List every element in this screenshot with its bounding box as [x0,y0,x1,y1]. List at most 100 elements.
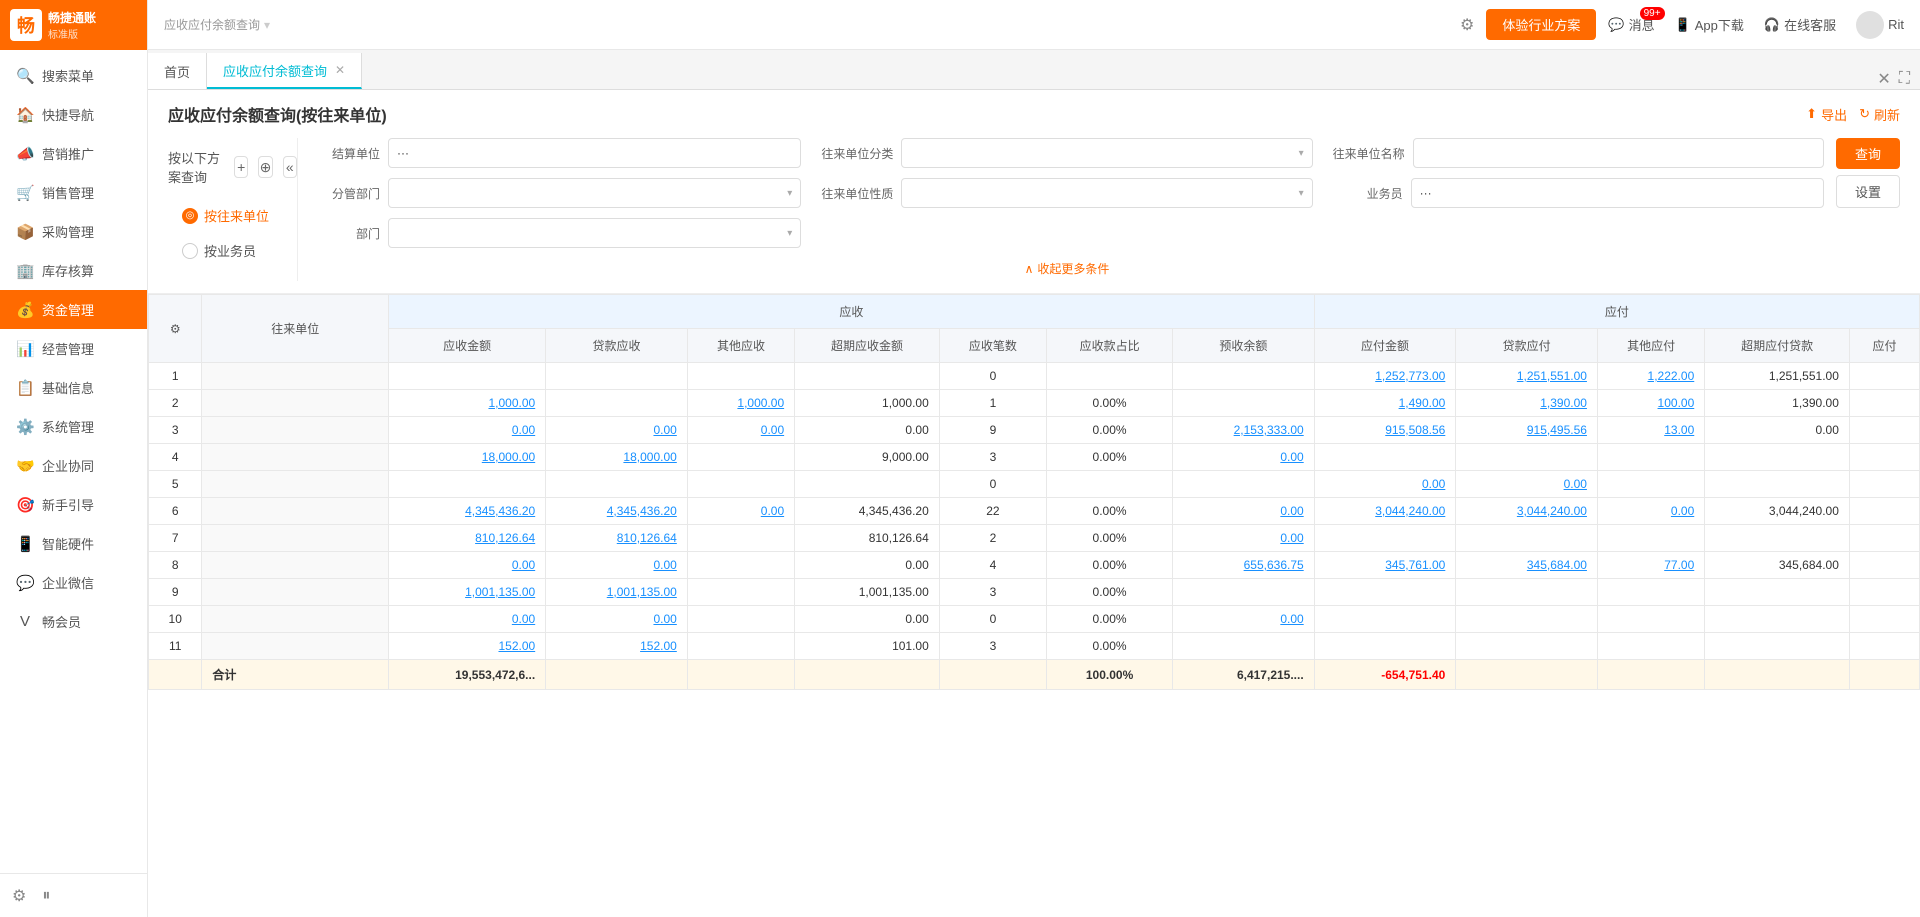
sidebar-item-inventory[interactable]: 🏢 库存核算 [0,251,147,290]
settings-button[interactable]: 设置 [1836,175,1900,208]
partner-nature-input[interactable]: ▾ [901,178,1312,208]
add-filter-button[interactable]: + [234,156,248,178]
settlement-label: 结算单位 [310,145,380,162]
tab-expand-icon[interactable]: ⛶ [1899,70,1910,88]
total-label-cell [149,660,202,690]
balance-tab[interactable]: 应收应付余额查询 ✕ [207,53,362,89]
inventory-icon: 🏢 [16,262,34,280]
logo-text: 畅捷通账 标准版 [48,9,96,41]
refresh-button[interactable]: ↻ 刷新 [1859,105,1900,124]
filter-config-button[interactable]: ⊕ [258,156,272,178]
cell: 13.00 [1597,417,1704,444]
sidebar-item-member[interactable]: V畅会员 [0,602,147,641]
settlement-input[interactable]: ··· [388,138,801,168]
cell: 0.00 [1173,525,1315,552]
breadcrumb-text: 应收应付余额查询 [164,16,260,33]
sidebar-label-finance: 资金管理 [42,300,94,319]
salesperson-input[interactable]: ··· [1411,178,1824,208]
sidebar-item-wechat[interactable]: 💬企业微信 [0,563,147,602]
dropdown-arrow-icon: ▾ [1299,148,1304,159]
row-num: 6 [149,498,202,525]
sidebar-item-enterprise[interactable]: 🤝企业协同 [0,446,147,485]
app-icon: 📱 [1675,17,1691,33]
recv-amount-header: 应收金额 [389,329,546,363]
total-recv-ratio: 100.00% [1047,660,1173,690]
cell: 152.00 [546,633,688,660]
sidebar-item-guide[interactable]: 🎯新手引导 [0,485,147,524]
topbar-right: 💬 消息 99+ 📱 App下载 🎧 在线客服 Rit [1608,11,1904,39]
service-item[interactable]: 🎧 在线客服 [1764,15,1836,34]
department-input[interactable]: ▾ [388,218,801,248]
cell: 0.00 [795,552,940,579]
sidebar-item-search-menu[interactable]: 🔍搜索菜单 [0,56,147,95]
promo-button[interactable]: 体验行业方案 [1486,9,1596,40]
filter-collapse-button[interactable]: « [283,156,297,178]
cell [687,444,794,471]
sidebar-item-purchase[interactable]: 📦采购管理 [0,212,147,251]
sidebar-label-inventory: 库存核算 [42,261,94,280]
cell: 101.00 [795,633,940,660]
collapse-icon: ∧ [1025,262,1034,276]
recv-loan-header: 贷款应收 [546,329,688,363]
message-item[interactable]: 💬 消息 99+ [1608,15,1654,34]
export-button[interactable]: ⬆ 导出 [1806,105,1847,124]
app-download-item[interactable]: 📱 App下载 [1675,15,1744,34]
cell: 0 [939,606,1046,633]
tabbar: 首页 应收应付余额查询 ✕ ✕ ⛶ [148,50,1920,90]
nav-by-salesperson[interactable]: 按业务员 [168,233,297,268]
user-item[interactable]: Rit [1856,11,1904,39]
partner-category-input[interactable]: ▾ [901,138,1312,168]
cell: 100.00 [1597,390,1704,417]
cell [1705,444,1850,471]
gear-header[interactable]: ⚙ [149,295,202,363]
cell [1047,471,1173,498]
username: Rit [1888,17,1904,32]
sidebar-item-sales[interactable]: 🛒销售管理 [0,173,147,212]
cell: 0.00 [1597,498,1704,525]
cell: 0.00% [1047,444,1173,471]
wechat-icon: 💬 [16,574,34,592]
pay-overdue-header: 超期应付贷款 [1705,329,1850,363]
cell [1314,633,1456,660]
filter-division: 分管部门 ▾ [310,178,801,208]
tab-close-icon[interactable]: ✕ [1877,69,1890,89]
query-button[interactable]: 查询 [1836,138,1900,169]
sidebar-item-finance[interactable]: 💰资金管理 [0,290,147,329]
nav-by-partner[interactable]: ◎ 按往来单位 [168,198,297,233]
topbar-gear-icon[interactable]: ⚙ [1460,15,1474,35]
sidebar-item-quick-nav[interactable]: 🏠快捷导航 [0,95,147,134]
collapse-icon[interactable]: ⏸ [42,887,50,905]
cell: 915,508.56 [1314,417,1456,444]
cell [1849,444,1919,471]
cell: 810,126.64 [389,525,546,552]
cell: 345,684.00 [1456,552,1598,579]
collapse-button[interactable]: ∧ 收起更多条件 [1025,256,1110,281]
division-input[interactable]: ▾ [388,178,801,208]
partner-name-input[interactable] [1413,138,1824,168]
sidebar-item-marketing[interactable]: 📣营销推广 [0,134,147,173]
cell [687,363,794,390]
cell [1597,471,1704,498]
total-pay-extra [1849,660,1919,690]
cell: 0.00 [795,417,940,444]
total-recv-count [939,660,1046,690]
settings-icon[interactable]: ⚙ [12,886,26,906]
sales-icon: 🛒 [16,184,34,202]
sidebar-item-system[interactable]: ⚙️系统管理 [0,407,147,446]
cell: 0.00 [546,552,688,579]
cell: 18,000.00 [389,444,546,471]
sidebar-item-hardware[interactable]: 📱智能硬件 [0,524,147,563]
sidebar-item-basic-info[interactable]: 📋基础信息 [0,368,147,407]
cell: 22 [939,498,1046,525]
cell [1314,606,1456,633]
row-num: 5 [149,471,202,498]
sidebar-item-management[interactable]: 📊经营管理 [0,329,147,368]
row-num: 9 [149,579,202,606]
query-buttons: 查询 设置 [1836,138,1900,281]
cell: 18,000.00 [546,444,688,471]
home-tab[interactable]: 首页 [148,53,207,89]
close-icon[interactable]: ✕ [335,63,345,77]
cell: 0.00% [1047,390,1173,417]
total-recv-other [687,660,794,690]
total-pay-other [1597,660,1704,690]
